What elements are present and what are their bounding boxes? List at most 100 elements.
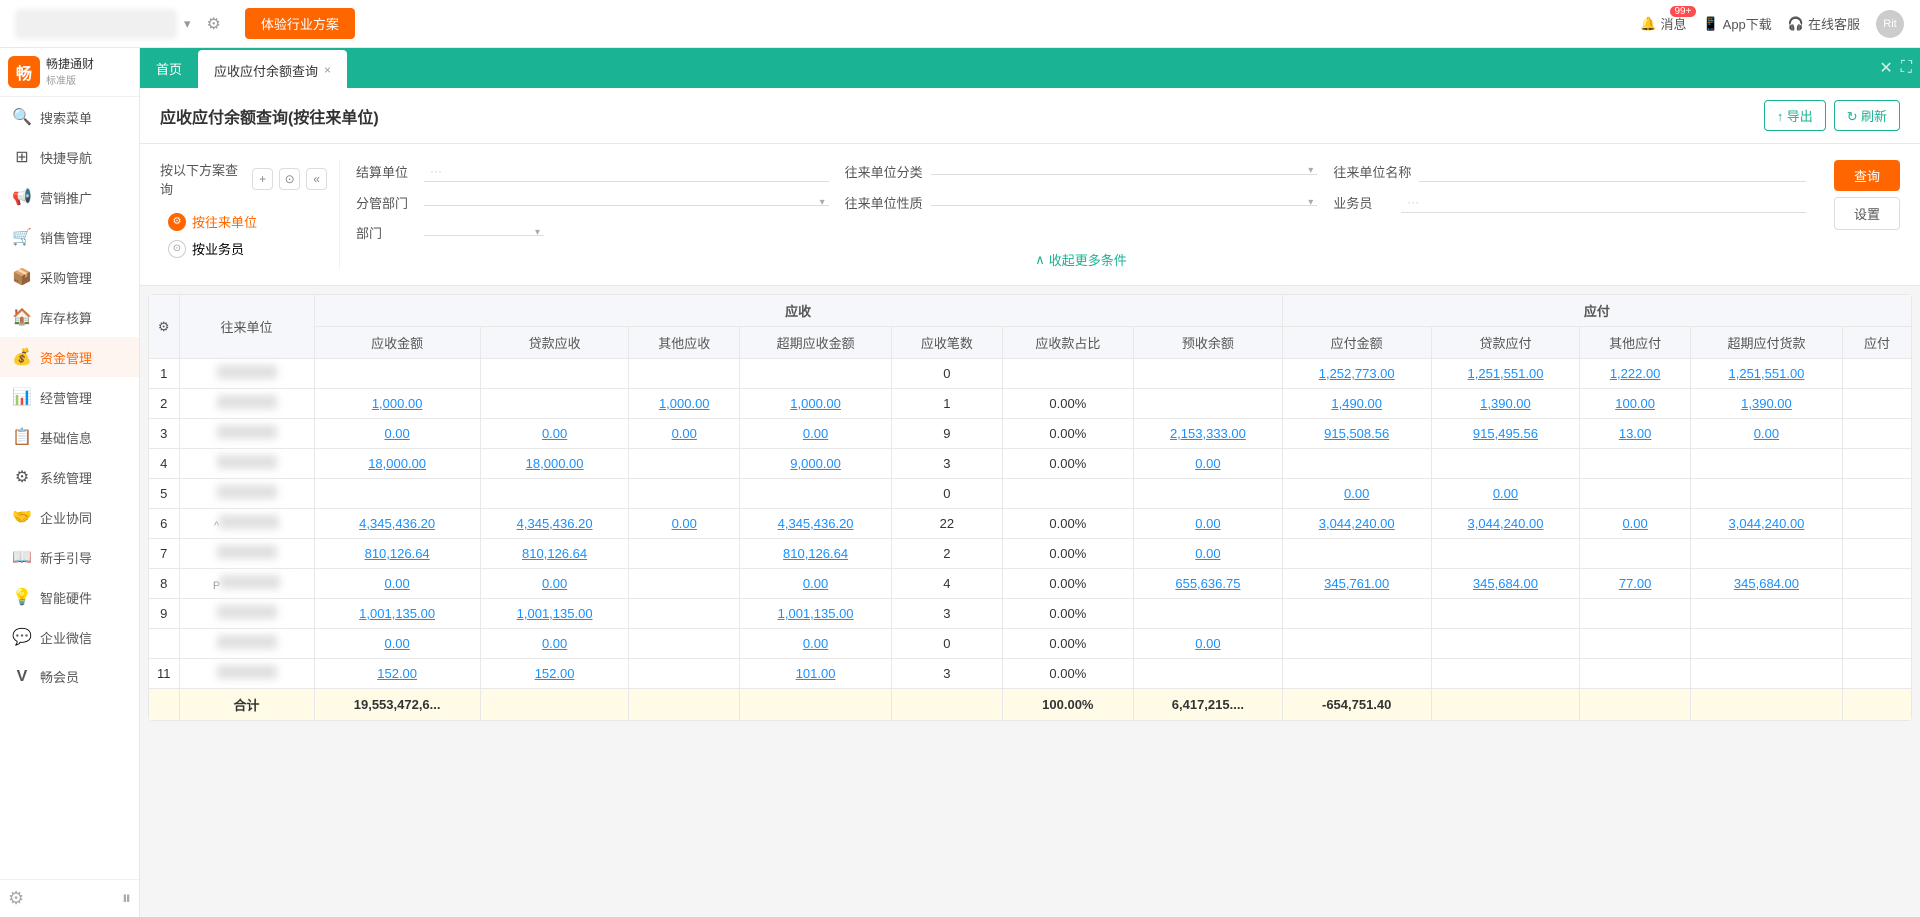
tab-receivable-query[interactable]: 应收应付余额查询 × [198, 50, 347, 90]
dropdown-arrow-icon[interactable]: ▾ [184, 16, 191, 32]
row-recv-amount[interactable]: 0.00 [314, 419, 480, 449]
message-area[interactable]: 🔔 消息 99+ [1640, 14, 1686, 33]
row-pay-amount[interactable]: 345,761.00 [1282, 569, 1431, 599]
sidebar-item-management[interactable]: 📊 经营管理 [0, 377, 139, 417]
row-prepaid[interactable]: 0.00 [1134, 539, 1283, 569]
row-prepaid[interactable]: 2,153,333.00 [1134, 419, 1283, 449]
online-service-area[interactable]: 🎧 在线客服 [1788, 14, 1860, 33]
row-loan-pay[interactable]: 1,390.00 [1431, 389, 1580, 419]
sidebar-item-inventory[interactable]: 🏠 库存核算 [0, 297, 139, 337]
department-select[interactable]: ▾ [424, 229, 544, 236]
sidebar-item-vip[interactable]: V 畅会员 [0, 657, 139, 696]
row-overdue-pay[interactable]: 0.00 [1690, 419, 1842, 449]
settlement-unit-input[interactable]: ··· [424, 161, 829, 182]
partner-category-select[interactable]: ▾ [931, 168, 1318, 175]
sidebar-item-search[interactable]: 🔍 搜索菜单 [0, 97, 139, 137]
table-settings-col[interactable]: ⚙ [149, 295, 180, 359]
tab-home[interactable]: 首页 [140, 48, 198, 88]
row-other-pay[interactable]: 0.00 [1580, 509, 1691, 539]
row-recv-amount[interactable]: 152.00 [314, 659, 480, 689]
trial-button[interactable]: 体验行业方案 [245, 8, 355, 39]
row-other-recv[interactable]: 0.00 [629, 509, 740, 539]
row-pay-amount[interactable]: 3,044,240.00 [1282, 509, 1431, 539]
row-other-pay[interactable]: 77.00 [1580, 569, 1691, 599]
app-download-area[interactable]: 📱 App下载 [1702, 14, 1771, 33]
row-overdue-recv[interactable]: 101.00 [740, 659, 892, 689]
row-loan-recv[interactable]: 18,000.00 [480, 449, 629, 479]
row-loan-recv[interactable]: 0.00 [480, 419, 629, 449]
sidebar-item-sales[interactable]: 🛒 销售管理 [0, 217, 139, 257]
row-loan-recv[interactable]: 4,345,436.20 [480, 509, 629, 539]
partner-name-input[interactable] [1419, 160, 1806, 182]
row-prepaid[interactable]: 0.00 [1134, 449, 1283, 479]
row-overdue-pay[interactable]: 3,044,240.00 [1690, 509, 1842, 539]
sidebar-item-collab[interactable]: 🤝 企业协同 [0, 497, 139, 537]
collapse-filter-btn[interactable]: ∧ 收起更多条件 [356, 250, 1806, 269]
row-overdue-recv[interactable]: 810,126.64 [740, 539, 892, 569]
sidebar-item-weixin[interactable]: 💬 企业微信 [0, 617, 139, 657]
company-select[interactable] [16, 10, 176, 38]
tab-expand-icon[interactable]: ⛶ [1901, 59, 1912, 77]
row-loan-pay[interactable]: 915,495.56 [1431, 419, 1580, 449]
query-button[interactable]: 查询 [1834, 160, 1900, 191]
row-loan-recv[interactable]: 0.00 [480, 629, 629, 659]
row-loan-pay[interactable]: 3,044,240.00 [1431, 509, 1580, 539]
scheme-by-salesman[interactable]: ⊙ 按业务员 [160, 235, 327, 262]
settings-header-icon[interactable]: ⚙ [207, 14, 221, 34]
row-other-pay[interactable]: 13.00 [1580, 419, 1691, 449]
row-prepaid[interactable]: 0.00 [1134, 509, 1283, 539]
export-button[interactable]: ↑ 导出 [1764, 100, 1826, 131]
row-recv-amount[interactable]: 0.00 [314, 569, 480, 599]
row-recv-amount[interactable]: 810,126.64 [314, 539, 480, 569]
row-overdue-recv[interactable]: 0.00 [740, 419, 892, 449]
refresh-button[interactable]: ↻ 刷新 [1834, 100, 1900, 131]
dept-select[interactable]: ▾ [424, 199, 829, 206]
row-recv-amount[interactable]: 18,000.00 [314, 449, 480, 479]
row-recv-amount[interactable]: 0.00 [314, 629, 480, 659]
row-loan-recv[interactable]: 0.00 [480, 569, 629, 599]
sidebar-item-system[interactable]: ⚙ 系统管理 [0, 457, 139, 497]
row-overdue-recv[interactable]: 0.00 [740, 629, 892, 659]
row-overdue-recv[interactable]: 1,001,135.00 [740, 599, 892, 629]
row-recv-amount[interactable]: 1,000.00 [314, 389, 480, 419]
row-overdue-recv[interactable]: 9,000.00 [740, 449, 892, 479]
row-other-pay[interactable]: 1,222.00 [1580, 359, 1691, 389]
row-loan-recv[interactable]: 810,126.64 [480, 539, 629, 569]
row-loan-pay[interactable]: 1,251,551.00 [1431, 359, 1580, 389]
partner-nature-select[interactable]: ▾ [931, 199, 1318, 206]
sidebar-item-hardware[interactable]: 💡 智能硬件 [0, 577, 139, 617]
row-overdue-recv[interactable]: 4,345,436.20 [740, 509, 892, 539]
row-loan-recv[interactable]: 1,001,135.00 [480, 599, 629, 629]
scheme-by-partner[interactable]: ⚙ 按往来单位 [160, 208, 327, 235]
row-prepaid[interactable]: 0.00 [1134, 629, 1283, 659]
row-pay-amount[interactable]: 915,508.56 [1282, 419, 1431, 449]
sidebar-item-guide[interactable]: 📖 新手引导 [0, 537, 139, 577]
row-pay-amount[interactable]: 1,252,773.00 [1282, 359, 1431, 389]
row-pay-amount[interactable]: 0.00 [1282, 479, 1431, 509]
setting-button[interactable]: 设置 [1834, 197, 1900, 230]
tab-close-icon[interactable]: × [324, 63, 331, 77]
sidebar-item-marketing[interactable]: 📢 营销推广 [0, 177, 139, 217]
settings-bottom-icon[interactable]: ⚙ [8, 888, 24, 909]
collapse-sidebar-icon[interactable]: ⏸ [122, 888, 131, 909]
edit-scheme-button[interactable]: ⊙ [279, 168, 300, 190]
row-overdue-pay[interactable]: 1,390.00 [1690, 389, 1842, 419]
row-recv-amount[interactable]: 1,001,135.00 [314, 599, 480, 629]
row-overdue-recv[interactable]: 1,000.00 [740, 389, 892, 419]
row-overdue-pay[interactable]: 345,684.00 [1690, 569, 1842, 599]
user-avatar[interactable]: Rit [1876, 10, 1904, 38]
sidebar-item-basic-info[interactable]: 📋 基础信息 [0, 417, 139, 457]
row-loan-pay[interactable]: 0.00 [1431, 479, 1580, 509]
row-prepaid[interactable]: 655,636.75 [1134, 569, 1283, 599]
row-loan-pay[interactable]: 345,684.00 [1431, 569, 1580, 599]
tab-close-window-icon[interactable]: ✕ [1879, 58, 1892, 78]
add-scheme-button[interactable]: + [252, 168, 273, 190]
sidebar-item-shortcut[interactable]: ⊞ 快捷导航 [0, 137, 139, 177]
salesman-input[interactable]: ··· [1401, 192, 1806, 213]
sidebar-item-purchase[interactable]: 📦 采购管理 [0, 257, 139, 297]
row-overdue-pay[interactable]: 1,251,551.00 [1690, 359, 1842, 389]
sidebar-item-finance[interactable]: 💰 资金管理 [0, 337, 139, 377]
row-loan-recv[interactable]: 152.00 [480, 659, 629, 689]
row-pay-amount[interactable]: 1,490.00 [1282, 389, 1431, 419]
row-overdue-recv[interactable]: 0.00 [740, 569, 892, 599]
